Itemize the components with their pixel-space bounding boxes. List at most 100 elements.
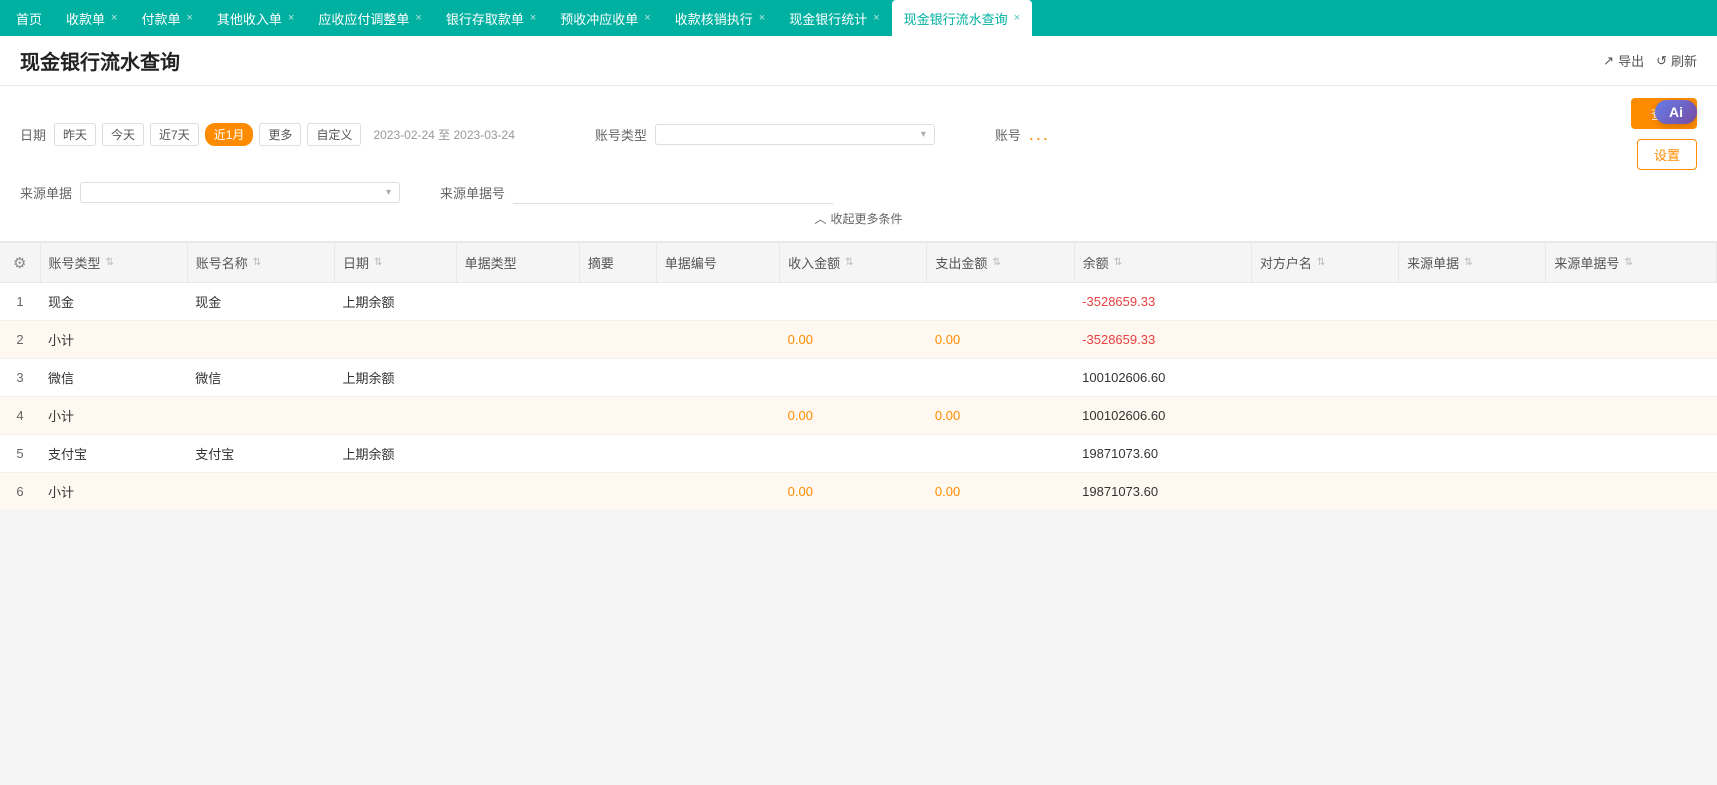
col-header-counterpart[interactable]: 对方户名 ⇅ [1251,243,1398,283]
col-header-balance[interactable]: 余额 ⇅ [1074,243,1251,283]
gear-icon[interactable]: ⚙ [13,255,26,272]
date-btn-今天[interactable]: 今天 [102,123,144,146]
nav-tab-yushou[interactable]: 预收冲应收单× [548,0,662,36]
source-doc-select[interactable]: ▾ [80,182,400,203]
sort-icon-expense: ⇅ [992,257,1000,268]
col-header-source_doc_no[interactable]: 来源单据号 ⇅ [1546,243,1717,283]
table-row: 5支付宝支付宝上期余额19871073.60 [0,435,1717,473]
col-header-summary: 摘要 [579,243,656,283]
sort-icon-source_doc: ⇅ [1464,257,1472,268]
page-title: 现金银行流水查询 [20,46,180,75]
account-filter-field: 账号 ... [995,124,1050,145]
close-icon[interactable]: × [873,12,879,24]
date-filter-field: 日期 昨天今天近7天近1月更多自定义 2023-02-24 至 2023-03-… [20,123,515,146]
col-header-config: ⚙ [0,243,40,283]
close-icon[interactable]: × [415,12,421,24]
header-actions: ↗ 导出 ↺ 刷新 [1603,51,1697,70]
account-type-select[interactable]: ▾ [655,124,935,145]
refresh-icon: ↺ [1656,53,1667,69]
refresh-label: 刷新 [1671,51,1697,70]
table-row: 3微信微信上期余额100102606.60 [0,359,1717,397]
col-label-doc_no: 单据编号 [665,256,717,271]
close-icon[interactable]: × [111,12,117,24]
col-label-expense: 支出金额 [935,253,987,272]
date-btn-近1月[interactable]: 近1月 [205,123,254,146]
col-label-counterpart: 对方户名 [1260,253,1312,272]
col-label-account_name: 账号名称 [196,253,248,272]
dots-button[interactable]: ... [1029,124,1050,145]
account-type-label: 账号类型 [595,125,647,144]
date-label: 日期 [20,125,46,144]
col-header-doc_type: 单据类型 [456,243,579,283]
data-table: ⚙账号类型⇅账号名称⇅日期⇅单据类型摘要单据编号收入金额⇅支出金额⇅余额⇅对方户… [0,242,1717,511]
source-doc-no-input[interactable] [513,180,833,204]
table-row: 4小计0.000.00100102606.60 [0,397,1717,435]
col-header-expense[interactable]: 支出金额 ⇅ [927,243,1074,283]
source-doc-label: 来源单据 [20,183,72,202]
close-icon[interactable]: × [530,12,536,24]
chevron-down-icon: ▾ [921,129,926,140]
close-icon[interactable]: × [288,12,294,24]
nav-tab-hexiao[interactable]: 收款核销执行× [663,0,777,36]
close-icon[interactable]: × [644,12,650,24]
col-label-balance: 余额 [1083,253,1109,272]
col-label-source_doc: 来源单据 [1407,253,1459,272]
collapse-bar[interactable]: ︿ 收起更多条件 [20,204,1697,229]
nav-tab-liushui[interactable]: 现金银行流水查询× [892,0,1032,36]
export-icon: ↗ [1603,53,1614,69]
table-row: 2小计0.000.00-3528659.33 [0,321,1717,359]
col-header-account_type[interactable]: 账号类型 ⇅ [40,243,187,283]
nav-tab-yinhang[interactable]: 银行存取款单× [434,0,548,36]
filter-area: 日期 昨天今天近7天近1月更多自定义 2023-02-24 至 2023-03-… [0,86,1717,242]
sort-icon-balance: ⇅ [1114,257,1122,268]
col-label-summary: 摘要 [588,256,614,271]
col-label-source_doc_no: 来源单据号 [1554,253,1619,272]
sort-icon-account_type: ⇅ [106,257,114,268]
col-header-date[interactable]: 日期 ⇅ [335,243,457,283]
sort-icon-income: ⇅ [845,257,853,268]
date-range-display: 2023-02-24 至 2023-03-24 [373,126,514,143]
date-btn-近7天[interactable]: 近7天 [150,123,199,146]
top-navigation: 首页 收款单×付款单×其他收入单×应收应付调整单×银行存取款单×预收冲应收单×收… [0,0,1717,36]
filter-row-2: 来源单据 ▾ 来源单据号 [20,180,1697,204]
data-table-container: ⚙账号类型⇅账号名称⇅日期⇅单据类型摘要单据编号收入金额⇅支出金额⇅余额⇅对方户… [0,242,1717,511]
col-label-income: 收入金额 [788,253,840,272]
refresh-button[interactable]: ↺ 刷新 [1656,51,1697,70]
ai-badge[interactable]: Ai [1655,100,1697,124]
col-header-source_doc[interactable]: 来源单据 ⇅ [1399,243,1546,283]
date-btn-昨天[interactable]: 昨天 [54,123,96,146]
export-label: 导出 [1618,51,1644,70]
source-doc-filter-field: 来源单据 ▾ [20,182,400,203]
date-buttons-group: 昨天今天近7天近1月更多自定义 [54,123,361,146]
settings-button[interactable]: 设置 [1637,139,1697,170]
table-row: 6小计0.000.0019871073.60 [0,473,1717,511]
nav-tab-tongji[interactable]: 现金银行统计× [777,0,891,36]
source-doc-no-label: 来源单据号 [440,183,505,202]
nav-tab-yingshou[interactable]: 应收应付调整单× [306,0,433,36]
close-icon[interactable]: × [759,12,765,24]
collapse-icon: ︿ [814,210,826,227]
account-label: 账号 [995,125,1021,144]
col-label-date: 日期 [343,253,369,272]
filter-row-1: 日期 昨天今天近7天近1月更多自定义 2023-02-24 至 2023-03-… [20,98,1697,170]
sort-icon-counterpart: ⇅ [1317,257,1325,268]
chevron-down-icon-2: ▾ [386,187,391,198]
sort-icon-source_doc_no: ⇅ [1624,257,1632,268]
date-btn-更多[interactable]: 更多 [259,123,301,146]
date-btn-自定义[interactable]: 自定义 [307,123,361,146]
nav-tab-shoukuan[interactable]: 收款单× [54,0,129,36]
nav-tab-fukuan[interactable]: 付款单× [129,0,204,36]
col-header-doc_no: 单据编号 [656,243,779,283]
nav-home[interactable]: 首页 [4,0,54,36]
col-header-account_name[interactable]: 账号名称 ⇅ [187,243,334,283]
sort-icon-date: ⇅ [374,257,382,268]
col-header-income[interactable]: 收入金额 ⇅ [780,243,927,283]
close-icon[interactable]: × [186,12,192,24]
collapse-label: 收起更多条件 [831,210,903,227]
close-icon[interactable]: × [1014,12,1020,24]
nav-tab-qita[interactable]: 其他收入单× [205,0,306,36]
export-button[interactable]: ↗ 导出 [1603,51,1644,70]
sort-icon-account_name: ⇅ [253,257,261,268]
col-label-account_type: 账号类型 [49,253,101,272]
account-type-filter-field: 账号类型 ▾ [595,124,935,145]
